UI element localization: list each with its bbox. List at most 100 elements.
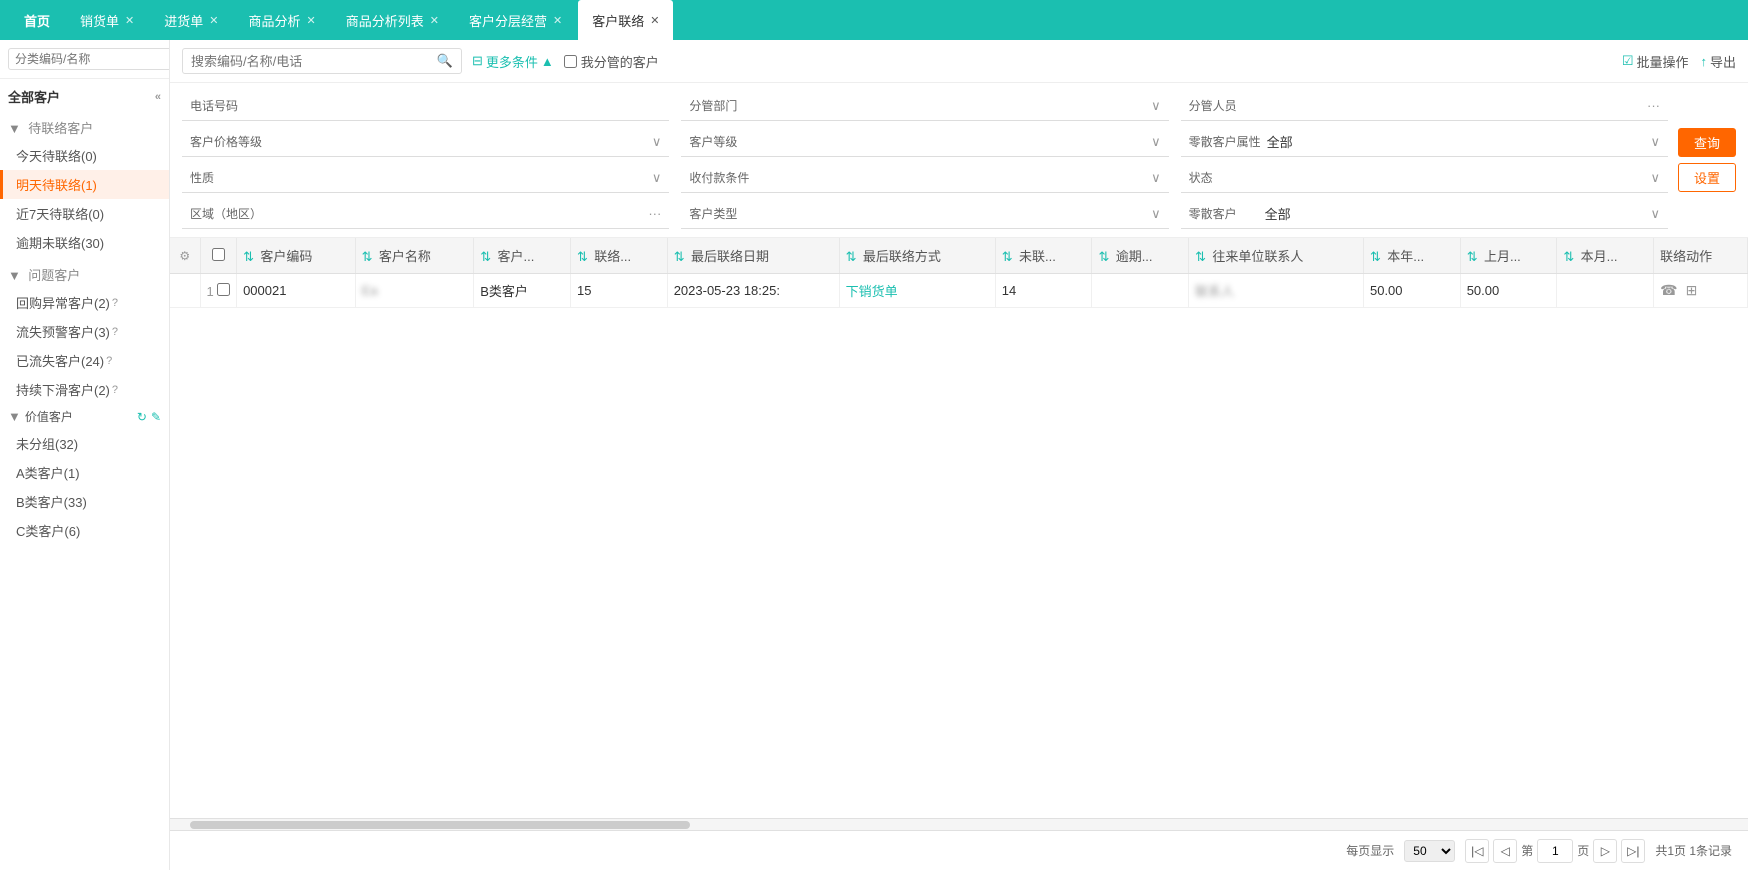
query-button[interactable]: 查询 [1678, 128, 1736, 157]
col-last-date: ⇅ 最后联络日期 [667, 238, 839, 274]
col-action: 联络动作 [1654, 238, 1748, 274]
sidebar-item-tomorrow[interactable]: 明天待联络(1) [0, 170, 169, 199]
row-settings [170, 274, 200, 308]
row-customer-type: B类客户 [474, 274, 571, 308]
sidebar-item-b-class[interactable]: B类客户(33) [0, 487, 169, 516]
col-this-month: ⇅ 本月... [1557, 238, 1654, 274]
nav-sales[interactable]: 销货单 ✕ [66, 0, 148, 40]
close-icon[interactable]: ✕ [650, 14, 659, 27]
close-icon[interactable]: ✕ [125, 14, 134, 27]
filter-row-2: 客户价格等级 ∨ 客户等级 ∨ 零散客户属性 全部 ∨ [182, 127, 1668, 157]
col-customer-type: ⇅ 客户... [474, 238, 571, 274]
horizontal-scrollbar[interactable] [170, 818, 1748, 830]
action-icons: ☎ ⊞ [1660, 282, 1741, 299]
dropdown-icon[interactable]: ∨ [652, 134, 662, 150]
footer: 每页显示 50 20 100 |◁ ◁ 第 页 ▷ ▷| 共1页 1条记录 [170, 830, 1748, 870]
chevron-up-icon: ▲ [541, 54, 554, 69]
sidebar-item-7days[interactable]: 近7天待联络(0) [0, 199, 169, 228]
dropdown-icon[interactable]: ∨ [1650, 170, 1660, 186]
dropdown-icon[interactable]: ∨ [1650, 134, 1660, 150]
nav-customer-tier[interactable]: 客户分层经营 ✕ [455, 0, 576, 40]
dropdown-icon[interactable]: ∨ [652, 170, 662, 186]
customers-table: ⚙ ⇅ 客户编码 ⇅ 客户名称 ⇅ [170, 238, 1748, 308]
sort-icon[interactable]: ⇅ [480, 249, 491, 264]
sort-icon[interactable]: ⇅ [1467, 249, 1478, 264]
sidebar-item-declining[interactable]: 持续下滑客户(2) ? [0, 375, 169, 404]
sidebar-item-a-class[interactable]: A类客户(1) [0, 458, 169, 487]
batch-op-btn[interactable]: ☑ 批量操作 [1622, 52, 1689, 71]
search-input[interactable] [191, 54, 437, 69]
more-icon[interactable]: ··· [648, 206, 661, 221]
col-settings[interactable]: ⚙ [170, 238, 200, 274]
last-method-link[interactable]: 下销货单 [846, 284, 898, 299]
close-icon[interactable]: ✕ [430, 14, 439, 27]
more-icon[interactable]: ··· [1647, 98, 1660, 113]
prev-page-btn[interactable]: ◁ [1493, 839, 1517, 863]
row-action: ☎ ⊞ [1654, 274, 1748, 308]
grid-icon[interactable]: ⊞ [1686, 282, 1698, 299]
sidebar-item-churned[interactable]: 已流失客户(24) ? [0, 346, 169, 375]
close-icon[interactable]: ✕ [307, 14, 316, 27]
select-all-checkbox[interactable] [212, 248, 225, 261]
sort-icon[interactable]: ⇅ [243, 249, 254, 264]
col-name: ⇅ 客户名称 [355, 238, 474, 274]
filter-row-1: 电话号码 分管部门 ∨ 分管人员 ··· [182, 91, 1668, 121]
export-btn[interactable]: ↑ 导出 [1700, 52, 1736, 71]
close-icon[interactable]: ✕ [553, 14, 562, 27]
sidebar-item-ungrouped[interactable]: 未分组(32) [0, 429, 169, 458]
dropdown-icon[interactable]: ∨ [1151, 98, 1161, 114]
value-customers-header[interactable]: ▼ 价值客户 ↻ ✎ [0, 404, 169, 429]
dropdown-icon[interactable]: ∨ [1151, 170, 1161, 186]
sort-icon[interactable]: ⇅ [846, 249, 857, 264]
edit-icon[interactable]: ✎ [151, 410, 161, 424]
sidebar-item-overdue[interactable]: 逾期未联络(30) [0, 228, 169, 257]
sort-icon[interactable]: ⇅ [577, 249, 588, 264]
sort-icon[interactable]: ⇅ [1370, 249, 1381, 264]
next-page-btn[interactable]: ▷ [1593, 839, 1617, 863]
scrollbar-thumb[interactable] [190, 821, 690, 829]
search-icon[interactable]: 🔍 [437, 53, 453, 69]
nav-purchase[interactable]: 进货单 ✕ [150, 0, 232, 40]
row-contacts: 15 [570, 274, 667, 308]
first-page-btn[interactable]: |◁ [1465, 839, 1489, 863]
more-conditions-btn[interactable]: ⊟ 更多条件 ▲ [472, 52, 554, 71]
collapse-icon[interactable]: « [155, 91, 161, 103]
last-page-btn[interactable]: ▷| [1621, 839, 1645, 863]
settings-button[interactable]: 设置 [1678, 163, 1736, 192]
page-input[interactable] [1537, 839, 1573, 863]
phone-icon[interactable]: ☎ [1660, 282, 1677, 299]
sort-icon[interactable]: ⇅ [362, 249, 373, 264]
nav-product-list[interactable]: 商品分析列表 ✕ [332, 0, 453, 40]
page-size-select[interactable]: 50 20 100 [1404, 840, 1455, 862]
row-name: Ea [355, 274, 474, 308]
refresh-icon[interactable]: ↻ [137, 410, 147, 424]
search-input-wrap: 🔍 [182, 48, 462, 74]
dropdown-icon[interactable]: ∨ [1650, 206, 1660, 222]
filter-gender: 性质 ∨ [182, 163, 669, 193]
sidebar-search-input[interactable] [8, 48, 170, 70]
nav-customer-contact[interactable]: 客户联络 ✕ [578, 0, 673, 40]
nav-home[interactable]: 首页 [10, 0, 64, 40]
close-icon[interactable]: ✕ [209, 14, 218, 27]
sort-icon[interactable]: ⇅ [1098, 249, 1109, 264]
sidebar-item-repurchase[interactable]: 回购异常客户(2) ? [0, 288, 169, 317]
sidebar-item-today[interactable]: 今天待联络(0) [0, 141, 169, 170]
row-select-checkbox[interactable] [217, 283, 230, 296]
sort-icon[interactable]: ⇅ [1195, 249, 1206, 264]
question-icon: ? [112, 297, 118, 309]
pending-contact-label: ▼ 待联络客户 [0, 114, 169, 141]
filter-retail-attr: 零散客户属性 全部 ∨ [1181, 127, 1668, 157]
sidebar-item-c-class[interactable]: C类客户(6) [0, 516, 169, 545]
sort-icon[interactable]: ⇅ [1563, 249, 1574, 264]
row-last-date: 2023-05-23 18:25: [667, 274, 839, 308]
unit-contact-blurred: 联系人 [1195, 284, 1234, 299]
nav-product-analysis[interactable]: 商品分析 ✕ [234, 0, 329, 40]
sidebar-item-churn-warning[interactable]: 流失预警客户(3) ? [0, 317, 169, 346]
my-customers-checkbox[interactable] [564, 55, 577, 68]
dropdown-icon[interactable]: ∨ [1151, 206, 1161, 222]
col-this-year: ⇅ 本年... [1363, 238, 1460, 274]
sort-icon[interactable]: ⇅ [674, 249, 685, 264]
sidebar-search-wrap: 🔍 [0, 40, 169, 79]
sort-icon[interactable]: ⇅ [1002, 249, 1013, 264]
dropdown-icon[interactable]: ∨ [1151, 134, 1161, 150]
